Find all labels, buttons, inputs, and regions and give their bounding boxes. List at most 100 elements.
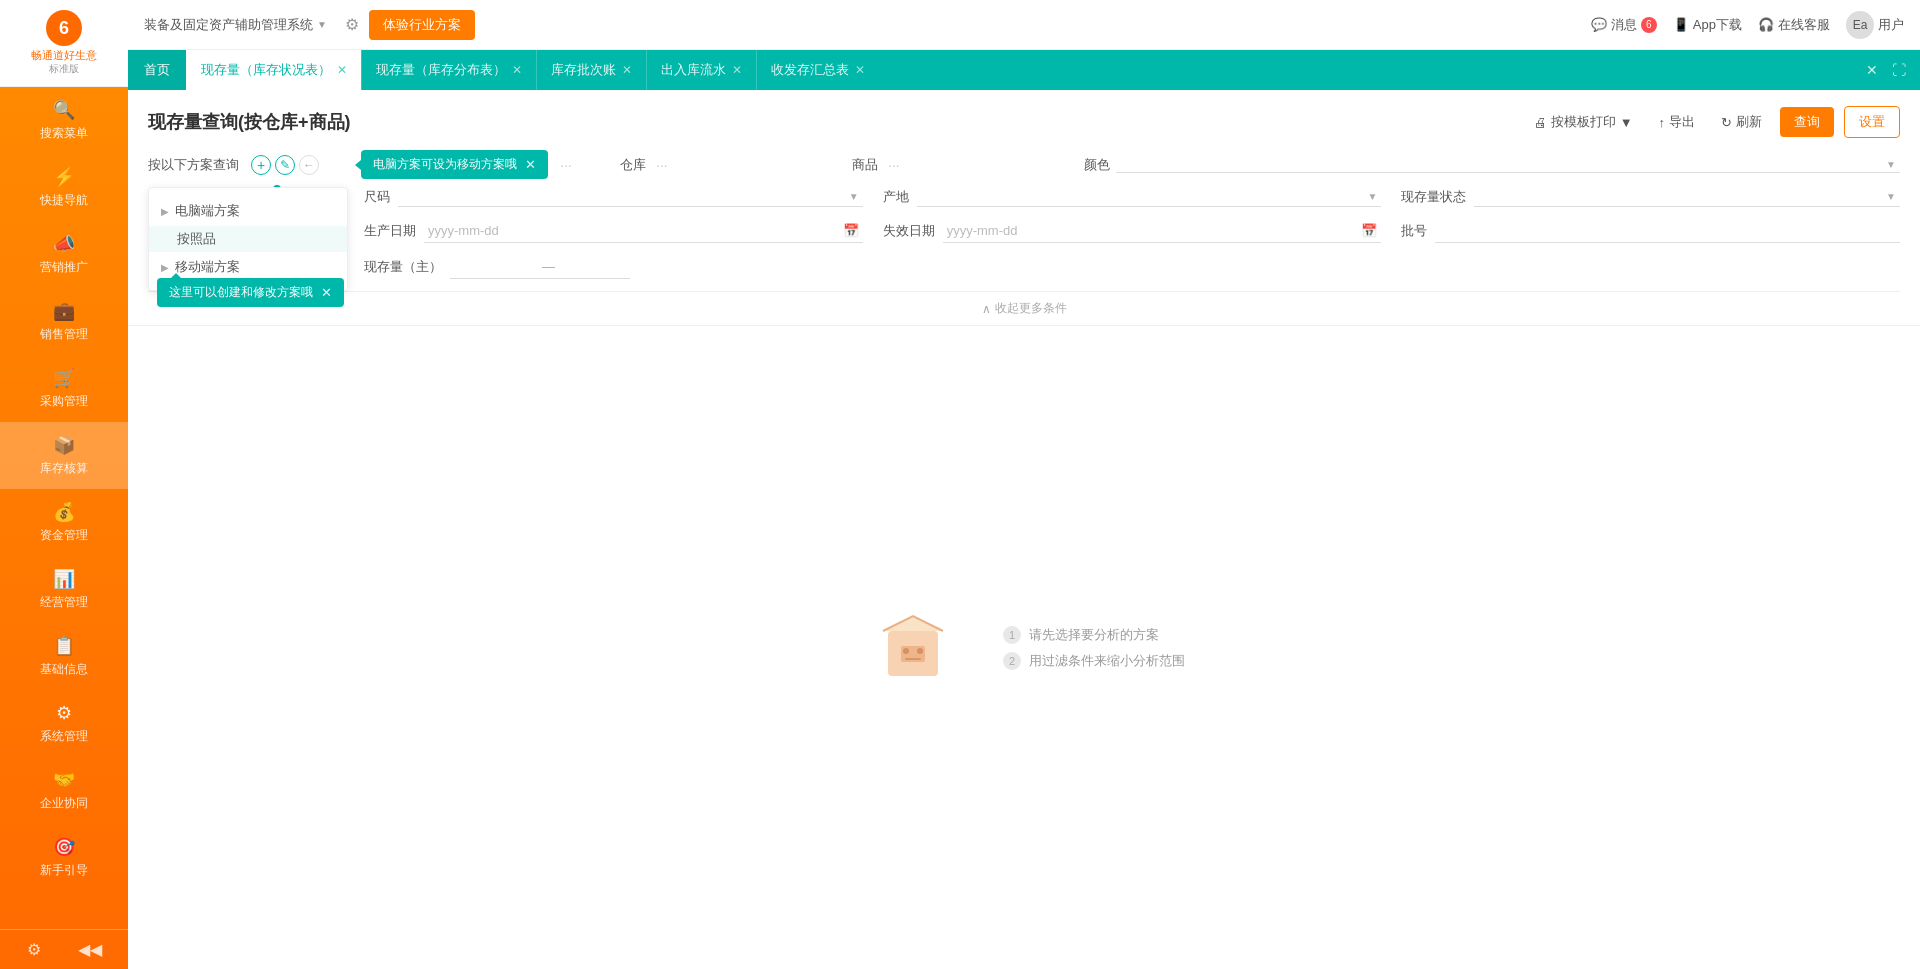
settings-bottom-icon[interactable]: ⚙ — [27, 940, 41, 959]
computer-arrow-icon: ▶ — [161, 206, 169, 217]
size-select[interactable]: ▼ — [398, 187, 863, 207]
tab-inventory-dist-close[interactable]: ✕ — [512, 63, 522, 77]
tab-inventory-status-label: 现存量（库存状况表） — [201, 61, 331, 79]
batch-no-input[interactable] — [1435, 219, 1900, 243]
production-date-input[interactable]: yyyy-mm-dd 📅 — [424, 219, 863, 243]
collapse-row[interactable]: ∧ 收起更多条件 — [148, 291, 1900, 325]
sidebar-item-inventory[interactable]: 📦 库存核算 — [0, 422, 128, 489]
scheme-sub-item[interactable]: 按照品 — [149, 226, 347, 252]
messages-label: 消息 — [1611, 16, 1637, 34]
avatar: Ea — [1846, 11, 1874, 39]
tab-bar: 首页 现存量（库存状况表） ✕ 现存量（库存分布表） ✕ 库存批次账 ✕ 出入库… — [128, 50, 1920, 90]
origin-select[interactable]: ▼ — [917, 187, 1382, 207]
tab-close-all-btn[interactable]: ✕ — [1860, 58, 1884, 82]
system-selector[interactable]: 装备及固定资产辅助管理系统 ▼ — [144, 16, 327, 34]
arrow-scheme-btn[interactable]: ← — [299, 155, 319, 175]
app-download-action[interactable]: 📱 App下载 — [1673, 16, 1742, 34]
system-name: 装备及固定资产辅助管理系统 — [144, 16, 313, 34]
stock-status-select[interactable]: ▼ — [1474, 187, 1900, 207]
stock-main-input[interactable]: — — [450, 255, 630, 279]
tab-inout-flow-label: 出入库流水 — [661, 61, 726, 79]
system-settings-icon[interactable]: ⚙ — [345, 15, 359, 34]
export-action[interactable]: ↑ 导出 — [1651, 109, 1704, 135]
production-date-icon[interactable]: 📅 — [843, 223, 859, 238]
tab-inventory-dist-label: 现存量（库存分布表） — [376, 61, 506, 79]
size-label: 尺码 — [364, 188, 390, 206]
settings-button[interactable]: 设置 — [1844, 106, 1900, 138]
print-template-action[interactable]: 🖨 按模板打印 ▼ — [1526, 109, 1641, 135]
stock-status-filter: 现存量状态 ▼ — [1401, 187, 1900, 207]
computer-scheme-item[interactable]: ▶ 电脑端方案 — [149, 196, 347, 226]
color-select[interactable]: ▼ — [1116, 157, 1900, 173]
sidebar-item-finance[interactable]: 💰 资金管理 — [0, 489, 128, 556]
tab-inventory-status[interactable]: 现存量（库存状况表） ✕ — [186, 50, 361, 90]
tab-home[interactable]: 首页 — [128, 50, 186, 90]
user-action[interactable]: Ea 用户 — [1846, 11, 1904, 39]
tab-batch-account[interactable]: 库存批次账 ✕ — [536, 50, 646, 90]
filter-area: 按以下方案查询 + ✎ ← 电脑方案可设为移动方案哦 ✕ — [128, 138, 1920, 326]
size-arrow-icon: ▼ — [849, 191, 859, 202]
size-filter: 尺码 ▼ — [364, 187, 863, 207]
sidebar-bottom: ⚙ ◀◀ — [0, 929, 128, 969]
tab-receive-summary-label: 收发存汇总表 — [771, 61, 849, 79]
operations-icon: 📊 — [53, 568, 75, 590]
stock-main-max[interactable] — [563, 259, 643, 274]
logo-badge: 标准版 — [49, 62, 79, 76]
empty-step-1: 1 请先选择要分析的方案 — [1003, 626, 1185, 644]
tab-inventory-dist[interactable]: 现存量（库存分布表） ✕ — [361, 50, 536, 90]
scheme-tooltip-close[interactable]: ✕ — [525, 157, 536, 172]
tab-inout-flow[interactable]: 出入库流水 ✕ — [646, 50, 756, 90]
refresh-action[interactable]: ↻ 刷新 — [1713, 109, 1770, 135]
export-icon: ↑ — [1659, 115, 1666, 130]
expiry-date-input[interactable]: yyyy-mm-dd 📅 — [943, 219, 1382, 243]
sidebar-item-search[interactable]: 🔍 搜索菜单 — [0, 87, 128, 154]
sidebar-item-enterprise[interactable]: 🤝 企业协同 — [0, 757, 128, 824]
tab-home-label: 首页 — [144, 61, 170, 79]
tab-batch-account-close[interactable]: ✕ — [622, 63, 632, 77]
edit-tooltip-arrow — [171, 273, 181, 278]
edit-tooltip-close[interactable]: ✕ — [321, 285, 332, 300]
messages-action[interactable]: 💬 消息 6 — [1591, 16, 1657, 34]
print-icon: 🖨 — [1534, 115, 1547, 130]
collapse-sidebar-icon[interactable]: ◀◀ — [78, 940, 102, 959]
trial-button[interactable]: 体验行业方案 — [369, 10, 475, 40]
tab-receive-summary-close[interactable]: ✕ — [855, 63, 865, 77]
basic-info-icon: 📋 — [53, 635, 75, 657]
system-select-arrow-icon: ▼ — [317, 19, 327, 30]
stock-main-min[interactable] — [454, 259, 534, 274]
sidebar-item-guide[interactable]: 🎯 新手引导 — [0, 824, 128, 891]
scheme-tooltip-area: 电脑方案可设为移动方案哦 ✕ ··· — [361, 150, 548, 179]
step-2-text: 用过滤条件来缩小分析范围 — [1029, 652, 1185, 670]
product-label: 商品 — [852, 156, 878, 174]
sidebar-item-system[interactable]: ⚙ 系统管理 — [0, 690, 128, 757]
add-scheme-btn[interactable]: + — [251, 155, 271, 175]
inventory-icon: 📦 — [53, 434, 75, 456]
system-icon: ⚙ — [56, 702, 72, 724]
production-date-filter: 生产日期 yyyy-mm-dd 📅 — [364, 219, 863, 243]
quick-nav-icon: ⚡ — [53, 166, 75, 188]
empty-text: 1 请先选择要分析的方案 2 用过滤条件来缩小分析范围 — [1003, 626, 1185, 670]
batch-no-text-input[interactable] — [1439, 223, 1896, 238]
sidebar-item-sales[interactable]: 💼 销售管理 — [0, 288, 128, 355]
sidebar-item-operations[interactable]: 📊 经营管理 — [0, 556, 128, 623]
sidebar-item-purchase[interactable]: 🛒 采购管理 — [0, 355, 128, 422]
tab-inventory-status-close[interactable]: ✕ — [337, 63, 347, 77]
warehouse-dots: ··· — [656, 157, 668, 173]
tab-receive-summary[interactable]: 收发存汇总表 ✕ — [756, 50, 879, 90]
origin-filter: 产地 ▼ — [883, 187, 1382, 207]
computer-scheme-label: 电脑端方案 — [175, 202, 240, 220]
print-template-label: 按模板打印 — [1551, 113, 1616, 131]
page-content: 现存量查询(按仓库+商品) 🖨 按模板打印 ▼ ↑ 导出 ↻ 刷新 查询 设置 — [128, 90, 1920, 969]
tab-fullscreen-btn[interactable]: ⛶ — [1886, 58, 1912, 82]
edit-scheme-btn[interactable]: ✎ — [275, 155, 295, 175]
query-button[interactable]: 查询 — [1780, 107, 1834, 137]
sidebar-item-quick-nav[interactable]: ⚡ 快捷导航 — [0, 154, 128, 221]
tab-batch-account-label: 库存批次账 — [551, 61, 616, 79]
page-header-actions: 🖨 按模板打印 ▼ ↑ 导出 ↻ 刷新 查询 设置 — [1526, 106, 1900, 138]
sidebar-item-marketing[interactable]: 📣 营销推广 — [0, 221, 128, 288]
sidebar-item-basic-info[interactable]: 📋 基础信息 — [0, 623, 128, 690]
tab-inout-flow-close[interactable]: ✕ — [732, 63, 742, 77]
online-service-action[interactable]: 🎧 在线客服 — [1758, 16, 1830, 34]
filter-grid-row1: 尺码 ▼ 产地 ▼ — [364, 187, 1900, 207]
expiry-date-icon[interactable]: 📅 — [1361, 223, 1377, 238]
